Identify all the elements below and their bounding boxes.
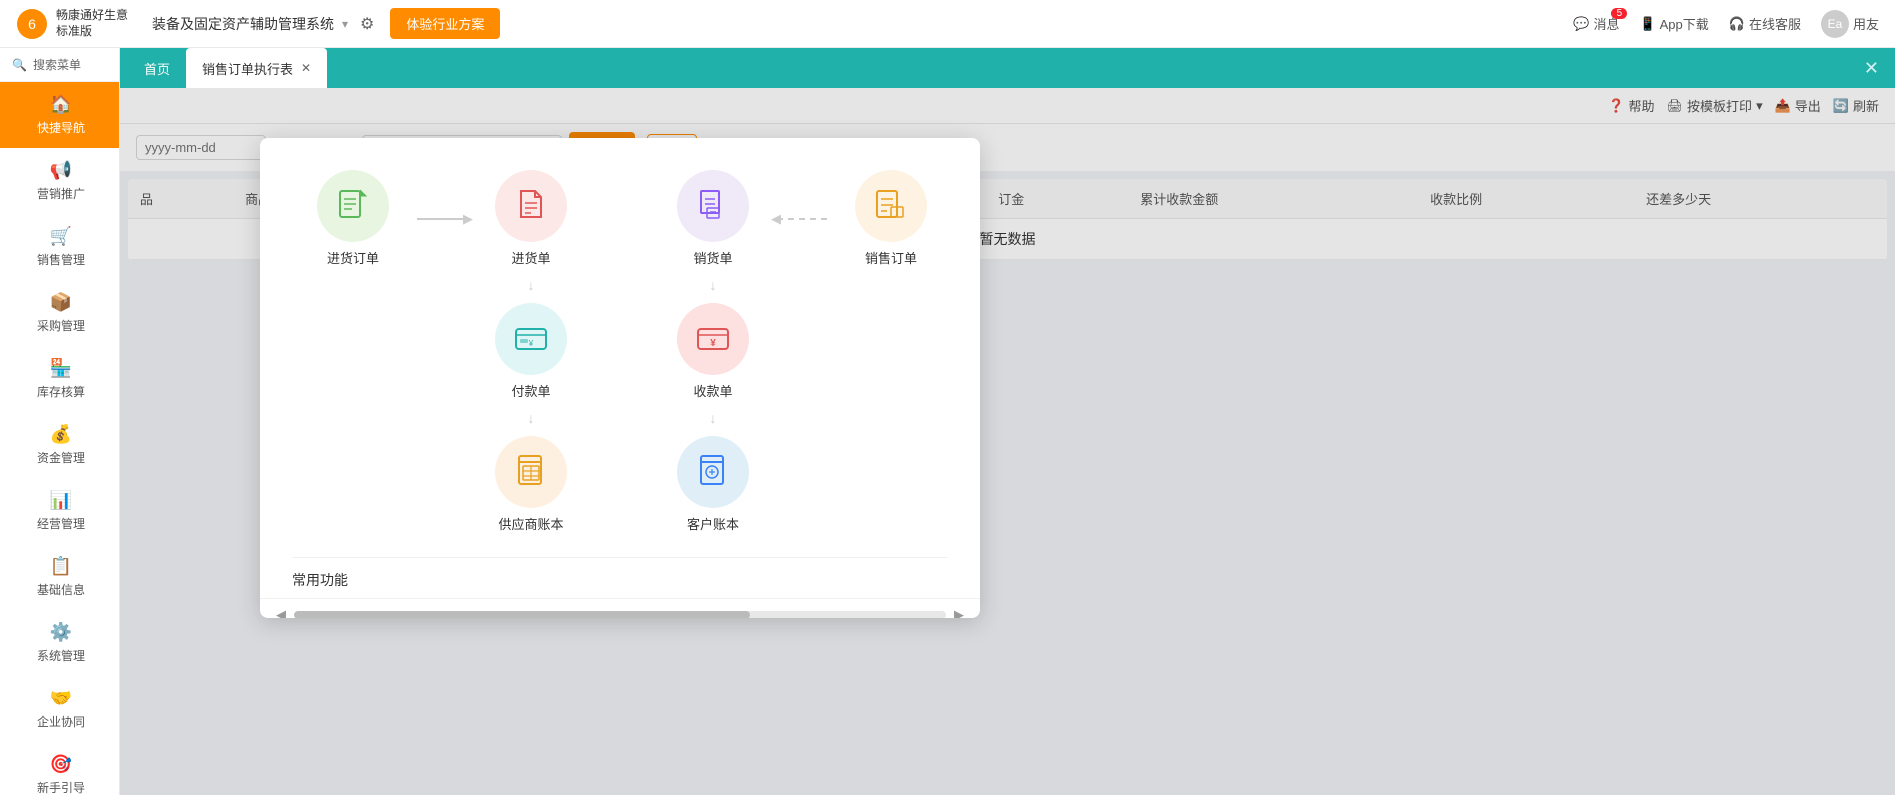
sidebar-item-cooperation[interactable]: 🤝 企业协同 bbox=[0, 676, 119, 742]
cooperation-icon: 🤝 bbox=[50, 688, 72, 709]
topbar-right: 💬 消息 5 📱 App下载 🎧 在线客服 Ea 用友 bbox=[1573, 10, 1879, 38]
scrollbar-thumb bbox=[294, 611, 750, 618]
beginner-icon: 🎯 bbox=[50, 754, 72, 775]
online-service-item[interactable]: 🎧 在线客服 bbox=[1729, 14, 1801, 33]
system-title: 装备及固定资产辅助管理系统 bbox=[152, 14, 334, 34]
sidebar-item-purchase[interactable]: 📦 采购管理 bbox=[0, 280, 119, 346]
search-icon: 🔍 bbox=[12, 58, 27, 72]
scroll-right-icon[interactable]: ▶ bbox=[954, 607, 964, 618]
avatar: Ea bbox=[1821, 10, 1849, 38]
headset-icon: 🎧 bbox=[1729, 16, 1745, 32]
sidebar-item-basic-info[interactable]: 📋 基础信息 bbox=[0, 544, 119, 610]
sidebar-item-sales[interactable]: 🛒 销售管理 bbox=[0, 214, 119, 280]
tab-sales-order[interactable]: 销售订单执行表 ✕ bbox=[186, 48, 327, 88]
sidebar-item-quick-guide[interactable]: 🏠 快捷导航 bbox=[0, 82, 119, 148]
modal-overlay: 进货订单 ▶ bbox=[120, 88, 1895, 795]
message-item[interactable]: 💬 消息 5 bbox=[1573, 14, 1619, 33]
topbar: 6 畅康通好生意 标准版 装备及固定资产辅助管理系统 ▾ ⚙ 体验行业方案 💬 … bbox=[0, 0, 1895, 48]
sidebar-item-beginner[interactable]: 🎯 新手引导 bbox=[0, 742, 119, 795]
modal-scrollbar[interactable]: ◀ ▶ bbox=[260, 598, 980, 618]
svg-text:¥: ¥ bbox=[710, 338, 716, 349]
tab-close-icon[interactable]: ✕ bbox=[301, 61, 311, 75]
phone-icon: 📱 bbox=[1639, 16, 1655, 32]
user-menu[interactable]: Ea 用友 bbox=[1821, 10, 1879, 38]
sales-icon: 🛒 bbox=[50, 226, 72, 247]
main-area: 首页 销售订单执行表 ✕ ✕ ❓ 帮助 🖨 按模板打印 ▾ 📤 导出 bbox=[120, 48, 1895, 795]
basic-info-icon: 📋 bbox=[50, 556, 72, 577]
modal-content: 进货订单 ▶ bbox=[260, 138, 980, 598]
scrollbar-track[interactable] bbox=[294, 611, 946, 618]
tabbar-close-all[interactable]: ✕ bbox=[1856, 58, 1887, 79]
svg-text:6: 6 bbox=[28, 16, 36, 32]
gear-icon[interactable]: ⚙ bbox=[360, 14, 374, 34]
system-dropdown-icon[interactable]: ▾ bbox=[342, 17, 348, 31]
logo-area: 6 畅康通好生意 标准版 bbox=[16, 8, 136, 40]
sidebar-item-system[interactable]: ⚙️ 系统管理 bbox=[0, 610, 119, 676]
sidebar-item-inventory[interactable]: 🏪 库存核算 bbox=[0, 346, 119, 412]
message-icon: 💬 bbox=[1573, 16, 1589, 32]
sidebar: 🔍 搜索菜单 🏠 快捷导航 📢 营销推广 🛒 销售管理 📦 采购管理 🏪 库存核… bbox=[0, 48, 120, 795]
trial-button[interactable]: 体验行业方案 bbox=[390, 8, 500, 39]
scroll-left-icon[interactable]: ◀ bbox=[276, 607, 286, 618]
message-badge: 5 bbox=[1611, 8, 1627, 19]
sidebar-item-finance[interactable]: 💰 资金管理 bbox=[0, 412, 119, 478]
content-area: ❓ 帮助 🖨 按模板打印 ▾ 📤 导出 🔄 刷新 📅 bbox=[120, 88, 1895, 795]
quick-guide-modal: 进货订单 ▶ bbox=[260, 138, 980, 618]
sidebar-search[interactable]: 🔍 搜索菜单 bbox=[0, 48, 119, 82]
home-icon: 🏠 bbox=[50, 94, 72, 115]
sidebar-item-marketing[interactable]: 📢 营销推广 bbox=[0, 148, 119, 214]
logo-icon: 6 bbox=[16, 8, 48, 40]
sidebar-item-operations[interactable]: 📊 经营管理 bbox=[0, 478, 119, 544]
app-download-item[interactable]: 📱 App下载 bbox=[1639, 14, 1708, 33]
inventory-icon: 🏪 bbox=[50, 358, 72, 379]
system-icon: ⚙️ bbox=[50, 622, 72, 643]
tabbar: 首页 销售订单执行表 ✕ ✕ bbox=[120, 48, 1895, 88]
svg-text:¥: ¥ bbox=[528, 339, 534, 348]
purchase-icon: 📦 bbox=[50, 292, 72, 313]
operations-icon: 📊 bbox=[50, 490, 72, 511]
tab-home[interactable]: 首页 bbox=[128, 48, 186, 88]
finance-icon: 💰 bbox=[50, 424, 72, 445]
logo-text: 畅康通好生意 标准版 bbox=[56, 8, 128, 39]
marketing-icon: 📢 bbox=[50, 160, 72, 181]
